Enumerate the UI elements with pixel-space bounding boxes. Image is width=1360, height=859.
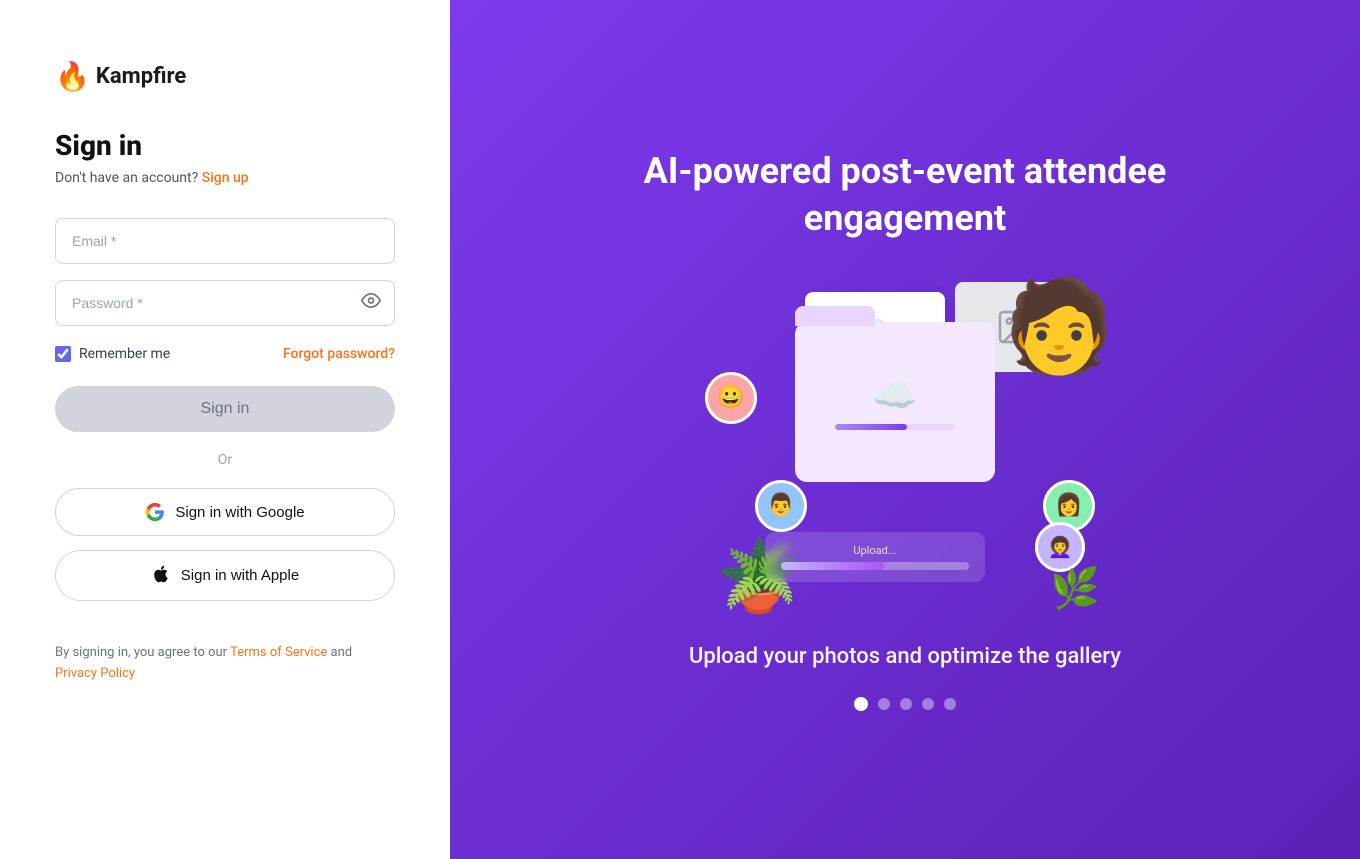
logo-area: 🔥 Kampfire	[55, 60, 395, 93]
illustration-area: 🪴 ☁️ uploading... ☁️ Upload...	[705, 282, 1105, 612]
dot-2[interactable]	[878, 698, 890, 710]
remember-me-checkbox[interactable]	[55, 346, 71, 362]
folder-cloud-icon: ☁️	[873, 374, 918, 416]
password-input-wrapper	[55, 280, 395, 326]
remember-me-label[interactable]: Remember me	[55, 346, 170, 362]
google-icon	[145, 502, 165, 522]
arrow-plant-icon: 🌿	[1050, 565, 1100, 612]
dot-5[interactable]	[944, 698, 956, 710]
toggle-password-icon[interactable]	[361, 291, 381, 316]
dot-4[interactable]	[922, 698, 934, 710]
avatar-1: 😀	[705, 372, 757, 424]
privacy-link[interactable]: Privacy Policy	[55, 666, 135, 681]
dot-3[interactable]	[900, 698, 912, 710]
or-divider: Or	[55, 452, 395, 468]
options-row: Remember me Forgot password?	[55, 346, 395, 362]
dot-1[interactable]	[854, 697, 868, 711]
remember-me-text: Remember me	[79, 346, 170, 362]
google-signin-button[interactable]: Sign in with Google	[55, 488, 395, 536]
carousel-dots	[854, 697, 956, 711]
signup-link[interactable]: Sign up	[202, 170, 249, 186]
page-title: Sign in	[55, 129, 395, 162]
logo-text: Kampfire	[96, 64, 186, 89]
terms-text: By signing in, you agree to our Terms of…	[55, 643, 395, 685]
email-group	[55, 218, 395, 264]
right-headline: AI-powered post-event attendee engagemen…	[605, 148, 1205, 242]
apple-btn-label: Sign in with Apple	[181, 567, 299, 584]
password-group	[55, 280, 395, 326]
upload-bar-track	[781, 562, 969, 570]
upload-label: Upload...	[853, 544, 896, 557]
logo-flame-icon: 🔥	[55, 60, 90, 93]
right-subtitle: Upload your photos and optimize the gall…	[689, 644, 1121, 669]
main-folder: ☁️	[795, 322, 995, 482]
apple-signin-button[interactable]: Sign in with Apple	[55, 550, 395, 601]
apple-icon	[151, 564, 171, 587]
left-panel: 🔥 Kampfire Sign in Don't have an account…	[0, 0, 450, 859]
email-input[interactable]	[55, 218, 395, 264]
signup-prompt: Don't have an account? Sign up	[55, 170, 395, 186]
upload-progress-bar: Upload...	[765, 532, 985, 582]
forgot-password-link[interactable]: Forgot password?	[283, 346, 395, 362]
right-panel: AI-powered post-event attendee engagemen…	[450, 0, 1360, 859]
avatar-3: 👨	[755, 480, 807, 532]
email-input-wrapper	[55, 218, 395, 264]
sign-in-button[interactable]: Sign in	[55, 386, 395, 432]
google-btn-label: Sign in with Google	[175, 504, 304, 521]
person-illustration: 🧑	[1003, 282, 1115, 372]
folder-progress-bar	[835, 424, 955, 430]
terms-link[interactable]: Terms of Service	[230, 645, 327, 660]
password-input[interactable]	[55, 280, 395, 326]
